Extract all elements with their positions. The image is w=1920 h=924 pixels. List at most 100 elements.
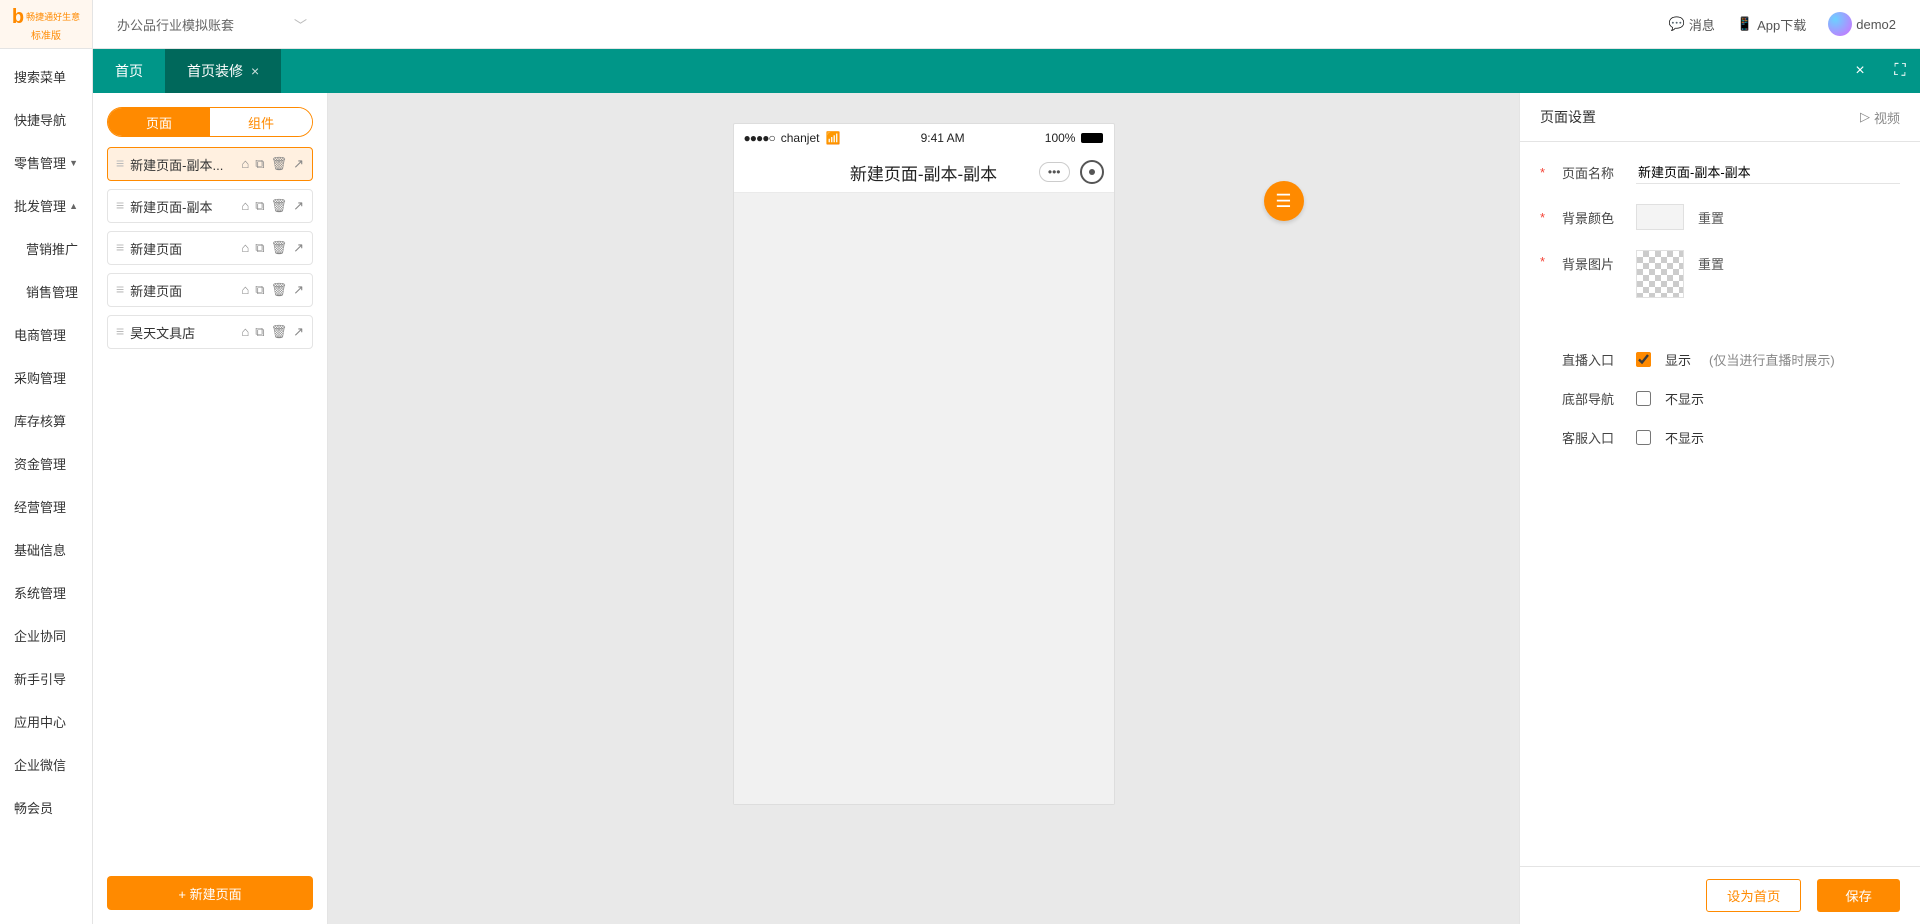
component-fab[interactable]: ☰ (1264, 181, 1304, 221)
phone-icon: 📱 (1737, 16, 1753, 32)
messages-button[interactable]: 💬 消息 (1669, 15, 1715, 34)
export-icon[interactable]: ↗ (293, 324, 304, 340)
sidebar-item-inventory[interactable]: 库存核算 (0, 399, 92, 442)
fullscreen-button[interactable]: ⛶ (1880, 49, 1920, 93)
bgimg-picker[interactable] (1636, 250, 1684, 298)
phone-nav-bar: 新建页面-副本-副本 ••• (734, 152, 1114, 193)
home-icon[interactable]: ⌂ (241, 156, 249, 172)
copy-icon[interactable]: ⧉ (255, 198, 264, 214)
drag-handle-icon[interactable] (116, 159, 124, 170)
battery-pct: 100% (1045, 131, 1076, 145)
home-icon[interactable]: ⌂ (241, 240, 249, 256)
messages-label: 消息 (1689, 15, 1715, 34)
drag-handle-icon[interactable] (116, 243, 124, 254)
page-row[interactable]: 新建页面 ⌂ ⧉ 🗑 ↗ (107, 273, 313, 307)
export-icon[interactable]: ↗ (293, 156, 304, 172)
phone-body (734, 193, 1114, 804)
home-icon[interactable]: ⌂ (241, 324, 249, 340)
app-download-label: App下载 (1757, 15, 1806, 34)
segmented-control: 页面 组件 (107, 107, 313, 137)
home-icon[interactable]: ⌂ (241, 198, 249, 214)
sidebar-item-system[interactable]: 系统管理 (0, 571, 92, 614)
brand-glyph: b (12, 7, 24, 27)
tab-home[interactable]: 首页 (93, 49, 165, 93)
phone-page-title: 新建页面-副本-副本 (850, 160, 997, 185)
brand-name: 畅捷通好生意 (26, 10, 80, 23)
drag-handle-icon[interactable] (116, 201, 124, 212)
sidebar-item-baseinfo[interactable]: 基础信息 (0, 528, 92, 571)
page-row[interactable]: 昊天文具店 ⌂ ⧉ 🗑 ↗ (107, 315, 313, 349)
delete-icon[interactable]: 🗑 (271, 324, 288, 340)
new-page-button[interactable]: + 新建页面 (107, 876, 313, 910)
set-home-button[interactable]: 设为首页 (1706, 879, 1801, 912)
export-icon[interactable]: ↗ (293, 198, 304, 214)
delete-icon[interactable]: 🗑 (271, 240, 288, 256)
user-name: demo2 (1856, 17, 1896, 32)
page-name: 昊天文具店 (130, 323, 235, 342)
user-menu[interactable]: demo2 (1828, 12, 1896, 36)
copy-icon[interactable]: ⧉ (255, 240, 264, 256)
sidebar-item-appcenter[interactable]: 应用中心 (0, 700, 92, 743)
phone-status-bar: ●●●●○ chanjet 📶 9:41 AM 100% (734, 124, 1114, 152)
drag-handle-icon[interactable] (116, 327, 124, 338)
page-name: 新建页面-副本... (130, 155, 235, 174)
export-icon[interactable]: ↗ (293, 282, 304, 298)
page-row[interactable]: 新建页面-副本... ⌂ ⧉ 🗑 ↗ (107, 147, 313, 181)
close-tab-icon[interactable]: × (251, 63, 259, 79)
phone-menu-button[interactable]: ••• (1039, 162, 1070, 182)
nav-checkbox[interactable] (1636, 391, 1651, 406)
cs-checkbox[interactable] (1636, 430, 1651, 445)
component-fab-wrap: ☰ (1264, 181, 1304, 221)
sidebar-item-guide[interactable]: 新手引导 (0, 657, 92, 700)
bgimg-reset[interactable]: 重置 (1698, 250, 1724, 273)
bgcolor-reset[interactable]: 重置 (1698, 208, 1724, 227)
seg-page[interactable]: 页面 (108, 108, 210, 136)
sidebar-item-collab[interactable]: 企业协同 (0, 614, 92, 657)
copy-icon[interactable]: ⧉ (255, 324, 264, 340)
sidebar-item-ecommerce[interactable]: 电商管理 (0, 313, 92, 356)
close-all-button[interactable]: × (1840, 49, 1880, 93)
bgcolor-swatch[interactable] (1636, 204, 1684, 230)
signal-icon: ●●●●○ (744, 131, 775, 145)
home-icon[interactable]: ⌂ (241, 282, 249, 298)
delete-icon[interactable]: 🗑 (271, 282, 288, 298)
video-help-button[interactable]: ▷ 视频 (1860, 108, 1900, 127)
wifi-icon: 📶 (825, 131, 840, 145)
copy-icon[interactable]: ⧉ (255, 156, 264, 172)
page-row[interactable]: 新建页面-副本 ⌂ ⧉ 🗑 ↗ (107, 189, 313, 223)
sidebar-item-quicknav[interactable]: 快捷导航 (0, 98, 92, 141)
delete-icon[interactable]: 🗑 (271, 198, 288, 214)
tab-decorate[interactable]: 首页装修 × (165, 49, 281, 93)
live-label: 直播入口 (1562, 350, 1622, 369)
sidebar-item-marketing[interactable]: 营销推广 (0, 227, 92, 270)
top-actions: 💬 消息 📱 App下载 demo2 (1669, 12, 1896, 36)
page-name-input[interactable] (1636, 160, 1900, 184)
drag-handle-icon[interactable] (116, 285, 124, 296)
sidebar-item-member[interactable]: 畅会员 (0, 786, 92, 829)
sidebar-item-operation[interactable]: 经营管理 (0, 485, 92, 528)
copy-icon[interactable]: ⧉ (255, 282, 264, 298)
phone-target-button[interactable] (1080, 160, 1104, 184)
sidebar-item-sales[interactable]: 销售管理 (0, 270, 92, 313)
video-label: 视频 (1874, 108, 1900, 127)
page-row[interactable]: 新建页面 ⌂ ⧉ 🗑 ↗ (107, 231, 313, 265)
export-icon[interactable]: ↗ (293, 240, 304, 256)
live-hint: (仅当进行直播时展示) (1709, 350, 1835, 369)
page-list: 新建页面-副本... ⌂ ⧉ 🗑 ↗ 新建页面-副本 ⌂ (107, 147, 313, 866)
sidebar-item-wholesale[interactable]: 批发管理▲ (0, 184, 92, 227)
delete-icon[interactable]: 🗑 (271, 156, 288, 172)
live-checkbox[interactable] (1636, 352, 1651, 367)
account-selector[interactable]: 办公品行业模拟账套 ﹀ (117, 15, 307, 34)
sidebar-item-search[interactable]: 搜索菜单 (0, 55, 92, 98)
seg-component[interactable]: 组件 (210, 108, 312, 136)
page-name: 新建页面-副本 (130, 197, 235, 216)
sidebar-item-purchase[interactable]: 采购管理 (0, 356, 92, 399)
app-download-button[interactable]: 📱 App下载 (1737, 15, 1806, 34)
chat-icon: 💬 (1669, 16, 1685, 32)
sidebar-item-retail[interactable]: 零售管理▼ (0, 141, 92, 184)
sidebar-item-wechat[interactable]: 企业微信 (0, 743, 92, 786)
save-button[interactable]: 保存 (1817, 879, 1900, 912)
caret-down-icon: ▼ (69, 158, 78, 168)
page-name: 新建页面 (130, 281, 235, 300)
sidebar-item-funds[interactable]: 资金管理 (0, 442, 92, 485)
